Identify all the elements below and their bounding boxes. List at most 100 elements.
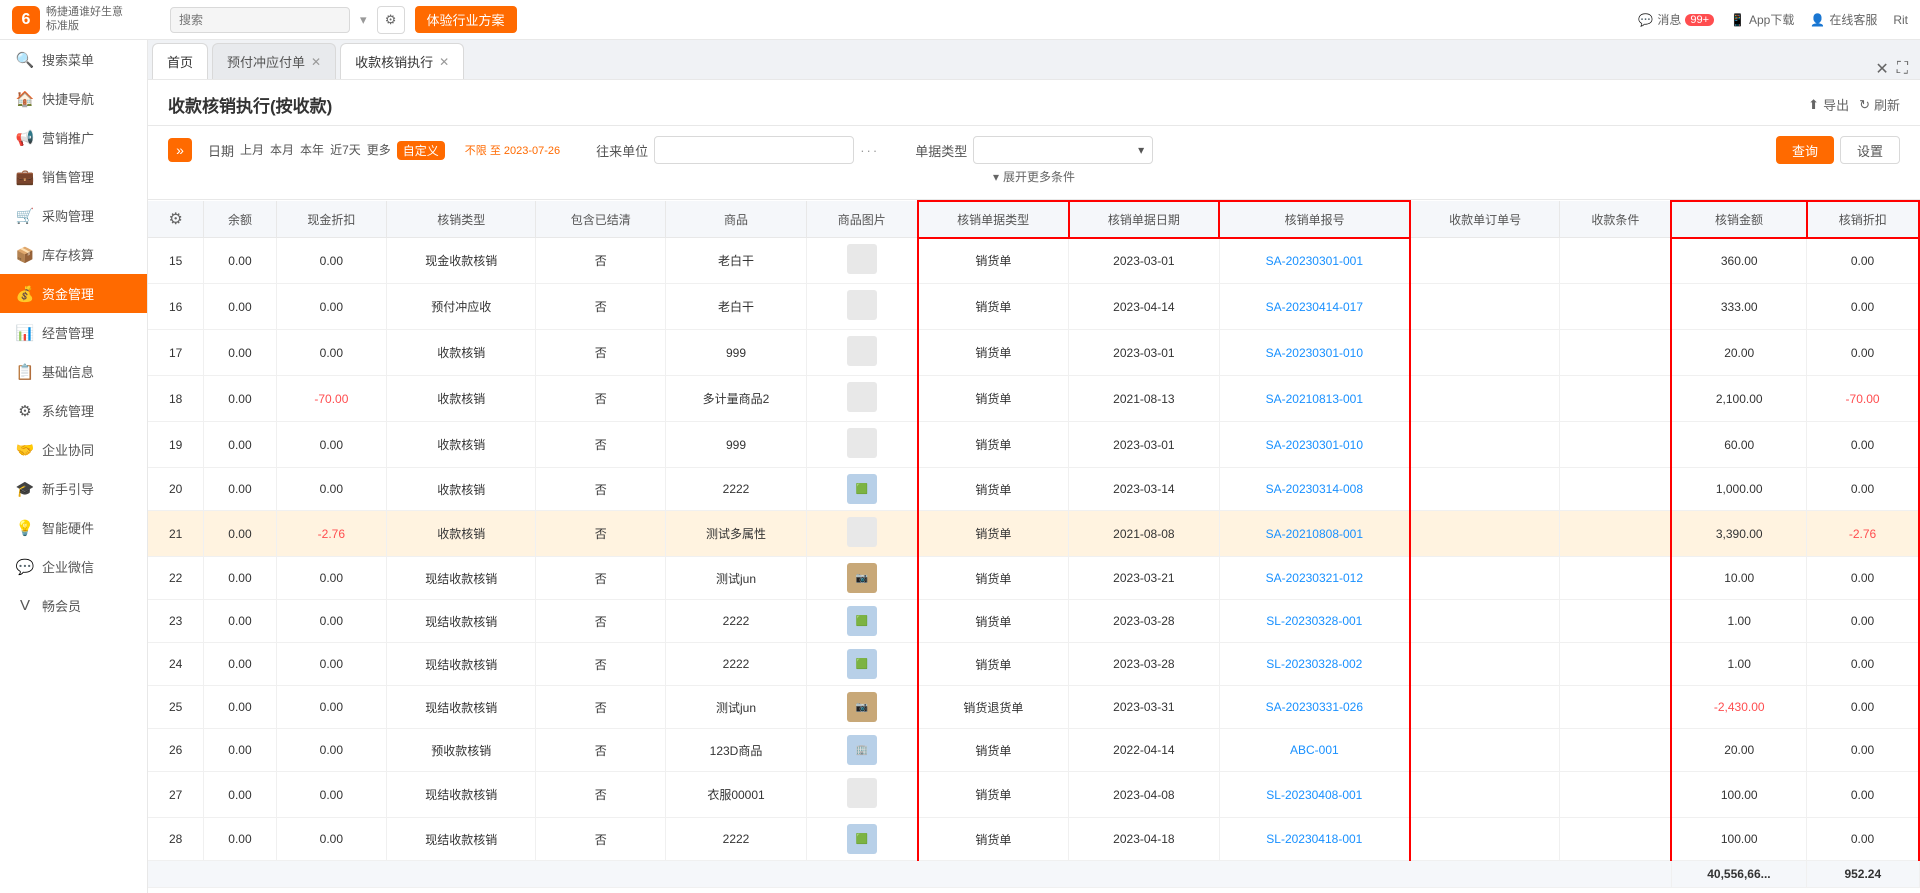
date-range-display: 不限 至 2023-07-26 [465,142,560,158]
user-name[interactable]: Rit [1893,13,1908,27]
date-filter-group: 日期 上月 本月 本年 近7天 更多 自定义 [208,141,445,160]
tab-close-all-button[interactable]: ✕ [1875,59,1888,79]
cell-cash-discount: 0.00 [276,330,387,376]
cancel-bill-no-link[interactable]: SA-20230301-010 [1266,346,1363,360]
table-container[interactable]: ⚙ 余额 现金折扣 核销类型 包含已结清 商品 商品图片 核销单据类型 核销单据… [148,200,1920,893]
party-filter-input[interactable] [654,136,854,164]
sidebar-item-system[interactable]: ⚙ 系统管理 [0,391,147,430]
col-settings[interactable]: ⚙ [148,201,204,238]
cell-goods: 老白干 [666,238,807,284]
tab-home[interactable]: 首页 [152,43,208,79]
col-include-settled: 包含已结清 [536,201,666,238]
tab-receipt[interactable]: 收款核销执行 ✕ [340,43,464,79]
cancel-bill-no-link[interactable]: SL-20230328-001 [1266,614,1362,628]
cell-cancel-bill-no: SL-20230328-001 [1219,600,1410,643]
cell-goods-image [806,772,917,818]
online-service-button[interactable]: 👤 在线客服 [1810,11,1877,28]
sidebar-item-member[interactable]: V 畅会员 [0,586,147,625]
cell-goods-image [806,284,917,330]
cell-receipt-order [1410,557,1560,600]
cancel-bill-no-link[interactable]: SA-20230301-010 [1266,438,1363,452]
data-table: ⚙ 余额 现金折扣 核销类型 包含已结清 商品 商品图片 核销单据类型 核销单据… [148,200,1920,888]
cancel-bill-no-link[interactable]: SA-20230414-017 [1266,300,1363,314]
sidebar-item-sales[interactable]: 💼 销售管理 [0,157,147,196]
cell-receipt-condition [1560,600,1671,643]
sidebar-item-marketing[interactable]: 📢 营销推广 [0,118,147,157]
cancel-bill-no-link[interactable]: SL-20230408-001 [1266,788,1362,802]
footer-cancel-discount: 952.24 [1807,861,1919,888]
cell-cancel-bill-date: 2023-03-01 [1069,330,1220,376]
date-more[interactable]: 更多 [367,141,391,160]
sidebar-item-guide[interactable]: 🎓 新手引导 [0,469,147,508]
cell-cancel-type: 预付冲应收 [387,284,536,330]
goods-thumbnail [847,382,877,412]
app-download-button[interactable]: 📱 App下载 [1730,11,1794,28]
chevron-down-icon[interactable]: ▾ [360,12,367,28]
cell-cancel-bill-no: SA-20230321-012 [1219,557,1410,600]
sidebar-item-purchase[interactable]: 🛒 采购管理 [0,196,147,235]
sidebar-item-wechat[interactable]: 💬 企业微信 [0,547,147,586]
tab-maximize-button[interactable]: ⛶ [1897,60,1908,78]
cancel-bill-no-link[interactable]: SA-20210808-001 [1266,527,1363,541]
cancel-bill-no-link[interactable]: ABC-001 [1290,743,1339,757]
col-goods-image: 商品图片 [806,201,917,238]
sidebar-item-finance[interactable]: 💰 资金管理 [0,274,147,313]
cell-cash-discount: 0.00 [276,818,387,861]
cell-cancel-bill-type: 销货单 [918,772,1069,818]
tab-close-receipt[interactable]: ✕ [439,55,449,69]
expand-filter-button[interactable]: ▾ 展开更多条件 [993,168,1075,185]
tab-prepay[interactable]: 预付冲应付单 ✕ [212,43,336,79]
export-button[interactable]: ⬆ 导出 [1808,95,1849,114]
solution-button[interactable]: 体验行业方案 [415,6,517,33]
management-icon: 📊 [16,324,34,342]
message-button[interactable]: 💬 消息 99+ [1638,11,1714,28]
cell-receipt-order [1410,238,1560,284]
cell-receipt-order [1410,686,1560,729]
expand-row: ▾ 展开更多条件 [168,164,1900,189]
bill-type-select[interactable]: ▾ [973,136,1153,164]
sidebar-item-nav[interactable]: 🏠 快捷导航 [0,79,147,118]
cell-cash-discount: 0.00 [276,686,387,729]
cell-include-settled: 否 [536,643,666,686]
cell-id: 22 [148,557,204,600]
sidebar-item-management[interactable]: 📊 经营管理 [0,313,147,352]
cancel-bill-no-link[interactable]: SA-20230321-012 [1266,571,1363,585]
cancel-bill-no-link[interactable]: SA-20210813-001 [1266,392,1363,406]
setting-button[interactable]: 设置 [1840,136,1900,164]
cancel-bill-no-link[interactable]: SA-20230301-001 [1266,254,1363,268]
filter-toggle-button[interactable]: » [168,138,192,162]
sidebar-item-collab[interactable]: 🤝 企业协同 [0,430,147,469]
cell-goods: 999 [666,422,807,468]
tab-close-prepay[interactable]: ✕ [311,55,321,69]
cancel-bill-no-link[interactable]: SL-20230328-002 [1266,657,1362,671]
cancel-bill-no-link[interactable]: SA-20230331-026 [1266,700,1363,714]
gear-button[interactable]: ⚙ [377,6,405,34]
date-filter-label: 日期 [208,141,234,160]
message-badge: 99+ [1685,14,1714,26]
cell-receipt-order [1410,772,1560,818]
date-custom[interactable]: 自定义 [397,141,445,160]
sidebar-item-basic[interactable]: 📋 基础信息 [0,352,147,391]
cell-balance: 0.00 [204,686,276,729]
cell-include-settled: 否 [536,284,666,330]
cell-goods: 123D商品 [666,729,807,772]
cancel-bill-no-link[interactable]: SL-20230418-001 [1266,832,1362,846]
cell-goods-image: 📷 [806,686,917,729]
message-icon: 💬 [1638,13,1653,27]
cell-cancel-type: 现结收款核销 [387,643,536,686]
search-input[interactable] [170,7,350,33]
sidebar-item-search[interactable]: 🔍 搜索菜单 [0,40,147,79]
query-button[interactable]: 查询 [1776,136,1834,164]
date-this-year[interactable]: 本年 [300,141,324,160]
cancel-bill-no-link[interactable]: SA-20230314-008 [1266,482,1363,496]
refresh-button[interactable]: ↻ 刷新 [1859,95,1900,114]
cell-id: 28 [148,818,204,861]
sidebar-item-inventory[interactable]: 📦 库存核算 [0,235,147,274]
cell-cancel-discount: 0.00 [1807,686,1919,729]
finance-icon: 💰 [16,285,34,303]
date-this-month[interactable]: 本月 [270,141,294,160]
date-last-month[interactable]: 上月 [240,141,264,160]
party-filter-dots[interactable]: ··· [860,143,879,158]
date-7-days[interactable]: 近7天 [330,141,361,160]
sidebar-item-hardware[interactable]: 💡 智能硬件 [0,508,147,547]
